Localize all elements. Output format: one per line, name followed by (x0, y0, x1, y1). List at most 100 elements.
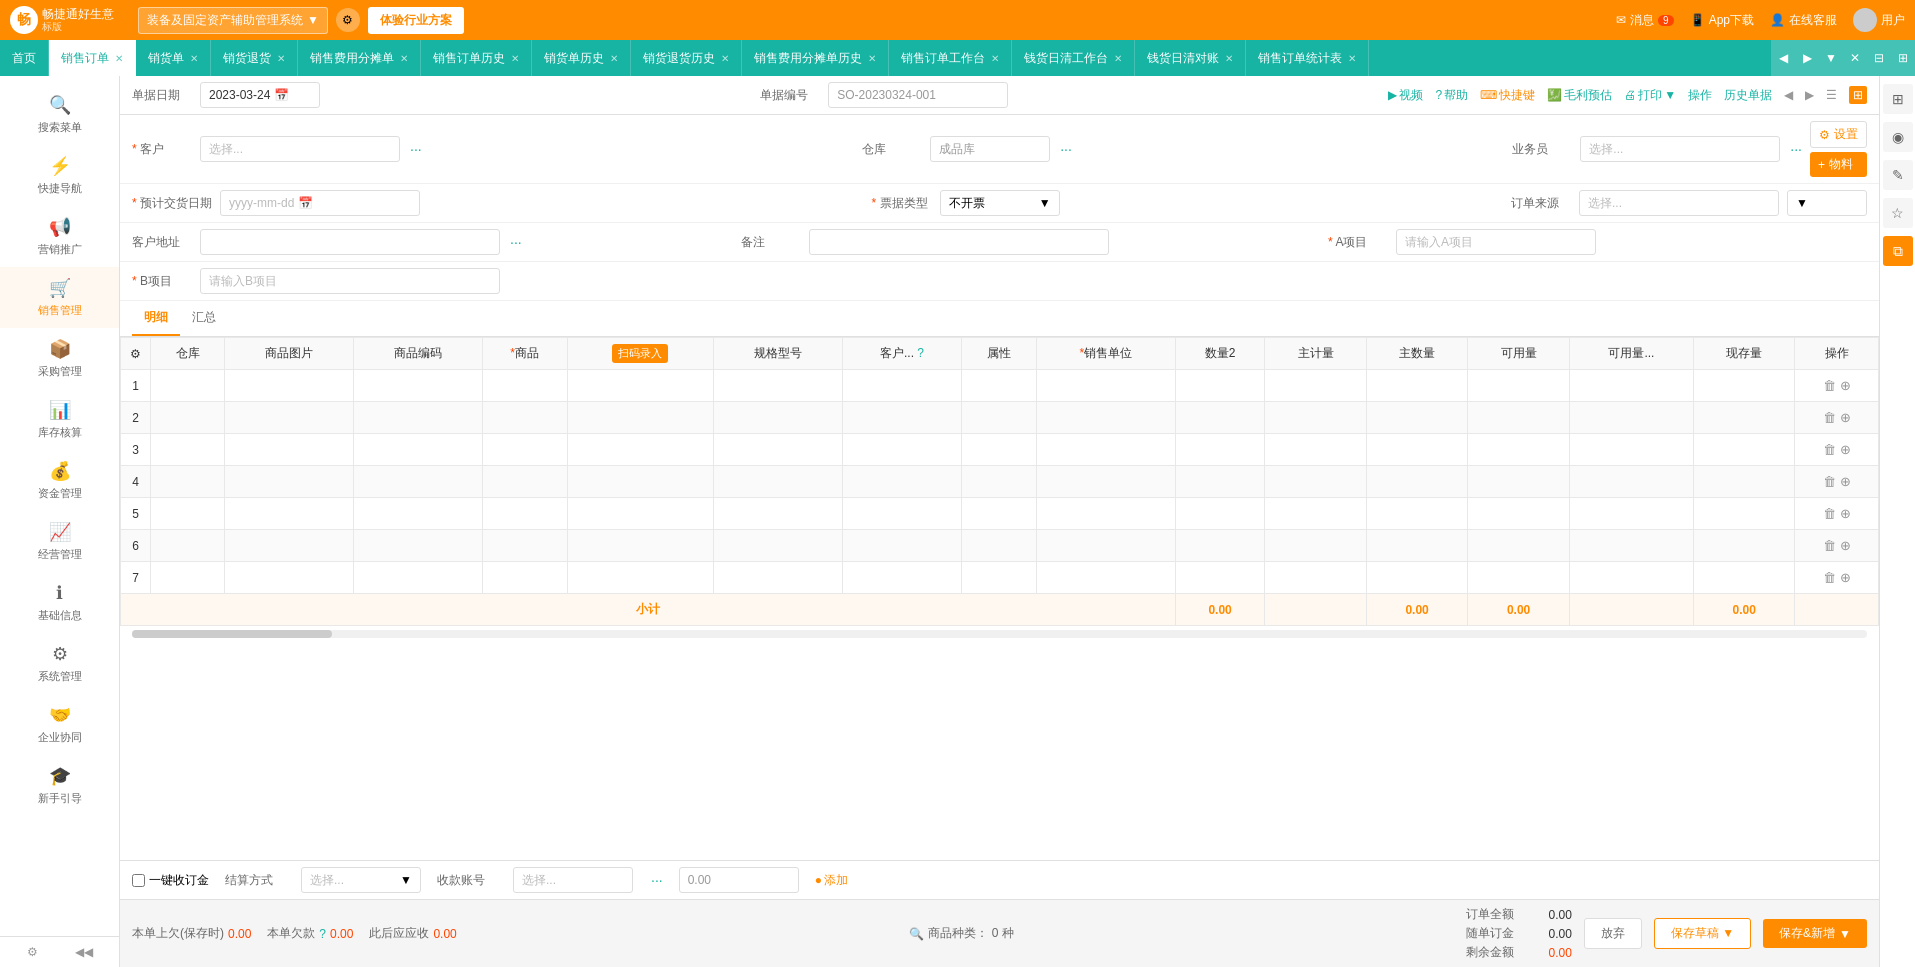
delete-icon[interactable]: 🗑 (1823, 538, 1836, 553)
sidebar-item-marketing[interactable]: 📢 营销推广 (0, 206, 119, 267)
order-source-input[interactable]: 选择... (1579, 190, 1779, 216)
tab-return-history[interactable]: 销货退货历史 ✕ (631, 40, 742, 76)
row-code[interactable] (353, 370, 482, 402)
delete-icon[interactable]: 🗑 (1823, 570, 1836, 585)
close-icon[interactable]: ✕ (1114, 53, 1122, 64)
row-spec[interactable] (714, 370, 843, 402)
right-panel-icon-3[interactable]: ✎ (1883, 160, 1913, 190)
history-btn[interactable]: 历史单据 (1724, 87, 1772, 104)
delete-icon[interactable]: 🗑 (1823, 506, 1836, 521)
right-panel-icon-5[interactable]: ⧉ (1883, 236, 1913, 266)
tab-order-stats[interactable]: 销售订单统计表 ✕ (1246, 40, 1369, 76)
delete-icon[interactable]: 🗑 (1823, 378, 1836, 393)
close-icon[interactable]: ✕ (400, 53, 408, 64)
delete-icon[interactable]: 🗑 (1823, 474, 1836, 489)
system-selector[interactable]: 装备及固定资产辅助管理系统 ▼ (138, 7, 328, 34)
view-video-btn[interactable]: ▶ 视频 (1388, 87, 1423, 104)
close-icon[interactable]: ✕ (991, 53, 999, 64)
close-icon[interactable]: ✕ (721, 53, 729, 64)
number-input[interactable]: SO-20230324-001 (828, 82, 1008, 108)
row-product[interactable] (482, 370, 567, 402)
sidebar-settings-icon[interactable]: ⚙ (27, 945, 38, 959)
copy-icon[interactable]: ⊕ (1840, 538, 1851, 553)
close-icon[interactable]: ✕ (610, 53, 618, 64)
b-project-input[interactable]: 请输入B项目 (200, 268, 500, 294)
copy-icon[interactable]: ⊕ (1840, 506, 1851, 521)
save-draft-btn[interactable]: 保存草稿 ▼ (1654, 918, 1751, 949)
copy-icon[interactable]: ⊕ (1840, 410, 1851, 425)
row-available2[interactable] (1569, 370, 1693, 402)
tab-more-arrow[interactable]: ▼ (1819, 40, 1843, 76)
row-image[interactable] (225, 370, 354, 402)
online-service-btn[interactable]: 👤 在线客服 (1770, 12, 1837, 29)
tab-order-workbench[interactable]: 销售订单工作台 ✕ (889, 40, 1012, 76)
sidebar-item-sales[interactable]: 🛒 销售管理 (0, 267, 119, 328)
row-available[interactable] (1468, 370, 1570, 402)
message-btn[interactable]: ✉ 消息 9 (1616, 12, 1674, 29)
a-project-input[interactable]: 请输入A项目 (1396, 229, 1596, 255)
tab-sales-invoice[interactable]: 销货单 ✕ (136, 40, 211, 76)
delete-icon[interactable]: 🗑 (1823, 410, 1836, 425)
list-view-icon[interactable]: ☰ (1826, 88, 1837, 102)
sidebar-item-base-info[interactable]: ℹ 基础信息 (0, 572, 119, 633)
sidebar-item-inventory[interactable]: 📊 库存核算 (0, 389, 119, 450)
row-main-qty[interactable] (1366, 370, 1468, 402)
salesperson-input[interactable]: 选择... (1580, 136, 1780, 162)
tab-home[interactable]: 首页 (0, 40, 49, 76)
tab-close-all[interactable]: ✕ (1843, 40, 1867, 76)
one-key-checkbox-input[interactable] (132, 874, 145, 887)
invoice-type-select[interactable]: 不开票 ▼ (940, 190, 1060, 216)
tab-next-arrow[interactable]: ▶ (1795, 40, 1819, 76)
sidebar-item-quicknav[interactable]: ⚡ 快捷导航 (0, 145, 119, 206)
amount-input[interactable]: 0.00 (679, 867, 799, 893)
sidebar-collapse-icon[interactable]: ◀◀ (75, 945, 93, 959)
close-icon[interactable]: ✕ (868, 53, 876, 64)
close-icon[interactable]: ✕ (511, 53, 519, 64)
scrollbar-thumb[interactable] (132, 630, 332, 638)
customer-input[interactable]: 选择... (200, 136, 400, 162)
sidebar-item-guide[interactable]: 🎓 新手引导 (0, 755, 119, 816)
sidebar-item-operations[interactable]: 📈 经营管理 (0, 511, 119, 572)
copy-icon[interactable]: ⊕ (1840, 474, 1851, 489)
help-btn[interactable]: ? 帮助 (1435, 87, 1468, 104)
receipt-more-btn[interactable]: ··· (651, 872, 663, 888)
tab-invoice-history[interactable]: 销货单历史 ✕ (532, 40, 631, 76)
right-panel-icon-1[interactable]: ⊞ (1883, 84, 1913, 114)
print-btn[interactable]: 🖨 打印 ▼ (1624, 87, 1676, 104)
settings-icon[interactable]: ⚙ (336, 8, 360, 32)
add-payment-btn[interactable]: ● 添加 (815, 872, 848, 889)
tab-detail[interactable]: 明细 (132, 301, 180, 336)
warehouse-input[interactable]: 成品库 (930, 136, 1050, 162)
industry-btn[interactable]: 体验行业方案 (368, 7, 464, 34)
sidebar-item-finance[interactable]: 💰 资金管理 (0, 450, 119, 511)
tab-sales-return[interactable]: 销货退货 ✕ (211, 40, 298, 76)
delivery-input[interactable]: yyyy-mm-dd 📅 (220, 190, 420, 216)
warehouse-more-btn[interactable]: ··· (1060, 141, 1072, 157)
address-more-btn[interactable]: ··· (510, 234, 522, 250)
save-new-btn[interactable]: 保存&新增 ▼ (1763, 919, 1867, 948)
tab-daily-reconcile[interactable]: 钱货日清对账 ✕ (1135, 40, 1246, 76)
notes-input[interactable] (809, 229, 1109, 255)
tab-order-history[interactable]: 销售订单历史 ✕ (421, 40, 532, 76)
row-qty2[interactable] (1175, 370, 1265, 402)
copy-icon[interactable]: ⊕ (1840, 442, 1851, 457)
settings-btn[interactable]: ⚙ 设置 (1810, 121, 1867, 148)
row-customer-code[interactable] (842, 370, 962, 402)
row-unit[interactable] (1036, 370, 1175, 402)
tab-sales-order[interactable]: 销售订单 ✕ (49, 40, 136, 76)
close-icon[interactable]: ✕ (277, 53, 285, 64)
order-source-select[interactable]: ▼ (1787, 190, 1867, 216)
payment-method-select[interactable]: 选择... ▼ (301, 867, 421, 893)
tab-sales-expense[interactable]: 销售费用分摊单 ✕ (298, 40, 421, 76)
app-download-btn[interactable]: 📱 App下载 (1690, 12, 1754, 29)
tab-fullscreen[interactable]: ⊞ (1891, 40, 1915, 76)
horizontal-scrollbar[interactable] (132, 630, 1867, 638)
close-icon[interactable]: ✕ (115, 53, 123, 64)
tab-expense-history[interactable]: 销售费用分摊单历史 ✕ (742, 40, 889, 76)
profit-btn[interactable]: 💹 毛利预估 (1547, 87, 1612, 104)
salesperson-more-btn[interactable]: ··· (1790, 141, 1802, 157)
next-record-icon[interactable]: ▶ (1805, 88, 1814, 102)
discard-btn[interactable]: 放弃 (1584, 918, 1642, 949)
sidebar-item-system[interactable]: ⚙ 系统管理 (0, 633, 119, 694)
one-key-checkbox[interactable]: 一键收订金 (132, 872, 209, 889)
